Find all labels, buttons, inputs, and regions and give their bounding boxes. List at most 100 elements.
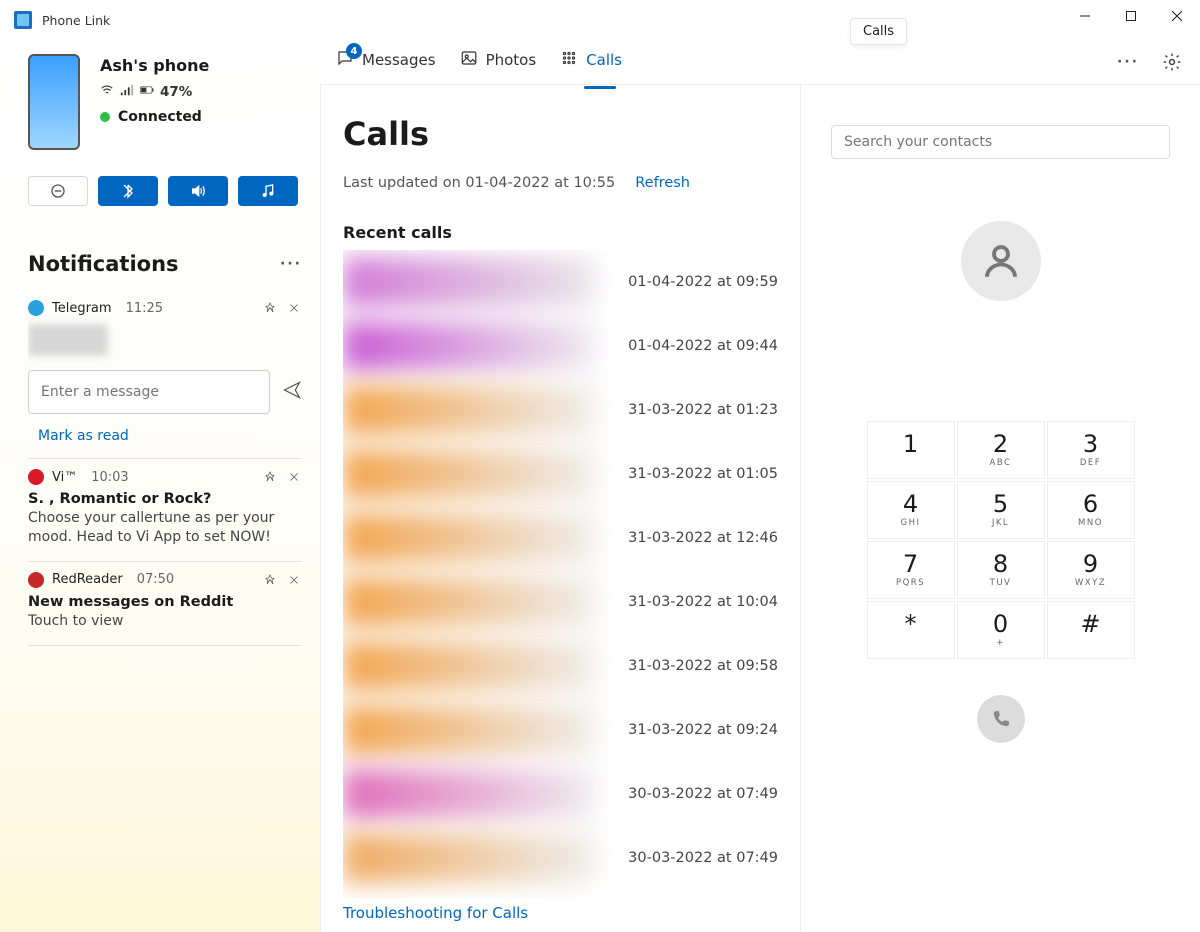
quick-actions [28, 176, 302, 206]
dialpad-key-6[interactable]: 6 MNO [1047, 481, 1135, 539]
notification-app-icon [28, 469, 44, 485]
dialpad-digit: # [1080, 612, 1100, 636]
search-input[interactable] [831, 125, 1170, 159]
refresh-link[interactable]: Refresh [635, 175, 690, 191]
close-button[interactable] [1154, 0, 1200, 32]
dialpad-digit: 6 [1083, 492, 1098, 516]
status-dot-icon [100, 112, 110, 122]
tab-messages[interactable]: 4 Messages [336, 49, 436, 75]
dialpad-letters: ABC [990, 458, 1012, 468]
bluetooth-button[interactable] [98, 176, 158, 206]
call-time: 30-03-2022 at 07:49 [628, 786, 778, 802]
send-icon[interactable] [282, 380, 302, 404]
recent-call-item[interactable]: 31-03-2022 at 01:23 [343, 378, 778, 442]
pin-icon[interactable] [262, 300, 278, 316]
recent-call-item[interactable]: 31-03-2022 at 01:05 [343, 442, 778, 506]
recent-call-item[interactable]: 31-03-2022 at 09:24 [343, 698, 778, 762]
call-contact-redacted [343, 769, 595, 819]
dialpad-key-1[interactable]: 1 [867, 421, 955, 479]
dialpad-key-4[interactable]: 4GHI [867, 481, 955, 539]
dialpad-digit: 9 [1083, 552, 1098, 576]
reply-input[interactable] [28, 370, 270, 414]
dialpad-letters: MNO [1078, 518, 1103, 528]
wifi-icon [100, 83, 114, 101]
notification-time: 10:03 [91, 470, 128, 485]
recent-call-item[interactable]: 30-03-2022 at 07:49 [343, 762, 778, 826]
dismiss-icon[interactable] [286, 469, 302, 485]
dismiss-icon[interactable] [286, 300, 302, 316]
call-contact-redacted [343, 577, 595, 627]
call-contact-redacted [343, 641, 595, 691]
dialpad-key-3[interactable]: 3 DEF [1047, 421, 1135, 479]
recent-call-item[interactable]: 31-03-2022 at 09:58 [343, 634, 778, 698]
dialpad-digit: 3 [1083, 432, 1098, 456]
recent-call-item[interactable]: 01-04-2022 at 09:59 [343, 250, 778, 314]
dialpad-digit: 7 [903, 552, 918, 576]
dialpad-letters: TUV [990, 578, 1012, 588]
more-icon[interactable]: ··· [1118, 52, 1138, 72]
pin-icon[interactable] [262, 572, 278, 588]
dialpad-digit: 8 [993, 552, 1008, 576]
tab-bar: Calls 4 Messages Photos Calls ··· [320, 40, 1200, 84]
tooltip: Calls [850, 18, 907, 45]
tab-label: Calls [586, 51, 622, 69]
dialpad-key-0[interactable]: 0+ [957, 601, 1045, 659]
dialpad-digit: 1 [903, 432, 918, 456]
dialpad-key-*[interactable]: * [867, 601, 955, 659]
recent-call-item[interactable]: 31-03-2022 at 10:04 [343, 570, 778, 634]
recent-call-item[interactable]: 30-03-2022 at 07:49 [343, 826, 778, 890]
dialpad-letters: JKL [992, 518, 1009, 528]
dialpad-letters: DEF [1080, 458, 1101, 468]
notification-item[interactable]: Telegram 11:25 Mark as read [28, 290, 302, 459]
pin-icon[interactable] [262, 469, 278, 485]
dialer-pane: 1 2ABC 3 DEF 4GHI 5 JKL 6 MNO 7PQRS 8 TUV 9WXYZ *0+ # [800, 85, 1200, 932]
messages-icon: 4 [336, 49, 354, 71]
notification-item[interactable]: Vi™ 10:03 S. , Romantic or Rock? Choose … [28, 459, 302, 562]
call-contact-redacted [343, 705, 595, 755]
dialpad-key-8[interactable]: 8 TUV [957, 541, 1045, 599]
dismiss-icon[interactable] [286, 572, 302, 588]
phone-status: Ash's phone 47% Connected [28, 54, 302, 150]
volume-button[interactable] [168, 176, 228, 206]
sidebar: Ash's phone 47% Connected Notificatio [0, 40, 320, 932]
call-contact-redacted [343, 833, 595, 883]
notification-app-name: RedReader [52, 572, 123, 587]
call-contact-redacted [343, 449, 595, 499]
recent-call-item[interactable]: 01-04-2022 at 09:44 [343, 314, 778, 378]
notification-item[interactable]: RedReader 07:50 New messages on Reddit T… [28, 562, 302, 646]
notification-app-name: Vi™ [52, 470, 77, 485]
notifications-more-icon[interactable]: ··· [280, 256, 302, 272]
dialpad-key-7[interactable]: 7PQRS [867, 541, 955, 599]
dnd-button[interactable] [28, 176, 88, 206]
tab-calls[interactable]: Calls [560, 49, 622, 75]
dialpad-key-#[interactable]: # [1047, 601, 1135, 659]
notification-app-icon [28, 572, 44, 588]
dialpad: 1 2ABC 3 DEF 4GHI 5 JKL 6 MNO 7PQRS 8 TUV 9WXYZ *0+ # [867, 421, 1135, 659]
dialpad-icon [560, 49, 578, 71]
recent-call-item[interactable]: 31-03-2022 at 12:46 [343, 506, 778, 570]
minimize-button[interactable] [1062, 0, 1108, 32]
notification-app-icon [28, 300, 44, 316]
dialpad-key-9[interactable]: 9WXYZ [1047, 541, 1135, 599]
page-title: Calls [343, 115, 778, 153]
troubleshoot-link[interactable]: Troubleshooting for Calls [343, 904, 778, 922]
dialpad-key-2[interactable]: 2ABC [957, 421, 1045, 479]
phone-stats: 47% [100, 83, 209, 101]
tab-photos[interactable]: Photos [460, 49, 537, 75]
settings-icon[interactable] [1162, 52, 1182, 72]
phone-thumbnail[interactable] [28, 54, 80, 150]
call-button[interactable] [977, 695, 1025, 743]
music-button[interactable] [238, 176, 298, 206]
notification-preview [28, 324, 108, 356]
call-time: 01-04-2022 at 09:59 [628, 274, 778, 290]
dialpad-digit: 5 [993, 492, 1008, 516]
app-title: Phone Link [42, 13, 110, 28]
notification-title: S. , Romantic or Rock? [28, 491, 302, 507]
maximize-button[interactable] [1108, 0, 1154, 32]
tab-label: Messages [362, 51, 436, 69]
call-time: 31-03-2022 at 10:04 [628, 594, 778, 610]
mark-read-link[interactable]: Mark as read [28, 428, 302, 444]
notification-body: Choose your callertune as per your mood.… [28, 509, 302, 547]
notification-title: New messages on Reddit [28, 594, 302, 610]
dialpad-key-5[interactable]: 5 JKL [957, 481, 1045, 539]
